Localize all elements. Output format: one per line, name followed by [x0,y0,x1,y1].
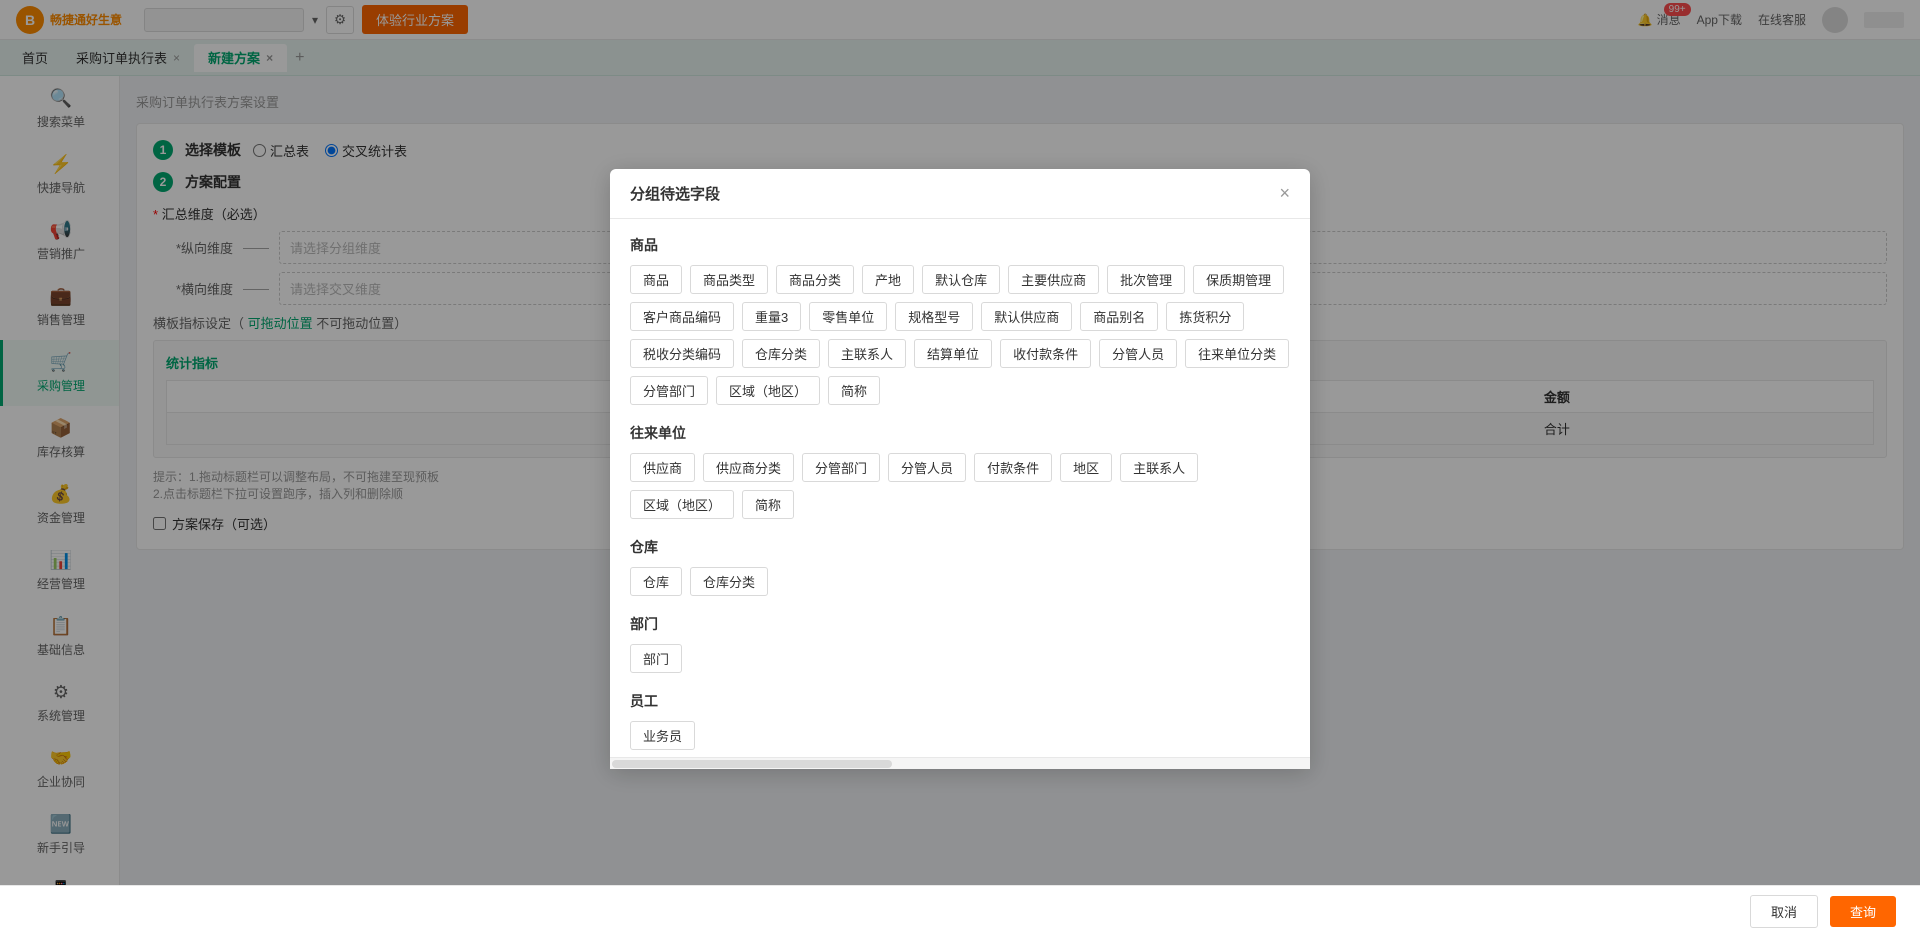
field-section-goods: 商品 商品 商品类型 商品分类 产地 默认仓库 主要供应商 批次管理 保质期管理… [630,235,1290,405]
field-tag[interactable]: 产地 [862,265,914,294]
field-section-counterpart: 往来单位 供应商 供应商分类 分管部门 分管人员 付款条件 地区 主联系人 区域… [630,423,1290,519]
section-title-department: 部门 [630,614,1290,634]
modal: 分组待选字段 × 商品 商品 商品类型 商品分类 产地 默认仓库 主要供应商 批… [610,169,1310,769]
section-title-employee: 员工 [630,691,1290,711]
field-tag[interactable]: 仓库 [630,567,682,596]
cancel-button[interactable]: 取消 [1750,895,1818,928]
field-tag[interactable]: 主要供应商 [1008,265,1099,294]
field-tag[interactable]: 地区 [1060,453,1112,482]
field-tag[interactable]: 商品 [630,265,682,294]
modal-scrollbar-inner [612,760,892,768]
bottom-bar: 取消 查询 [0,885,1920,937]
confirm-button[interactable]: 查询 [1830,896,1896,927]
field-tag[interactable]: 客户商品编码 [630,302,734,331]
field-section-department: 部门 部门 [630,614,1290,673]
field-tag[interactable]: 分管部门 [802,453,880,482]
field-tag[interactable]: 供应商分类 [703,453,794,482]
field-tag[interactable]: 保质期管理 [1193,265,1284,294]
field-tag[interactable]: 规格型号 [895,302,973,331]
modal-overlay[interactable]: 分组待选字段 × 商品 商品 商品类型 商品分类 产地 默认仓库 主要供应商 批… [0,0,1920,937]
field-tag[interactable]: 商品分类 [776,265,854,294]
modal-close-button[interactable]: × [1279,183,1290,204]
field-tag[interactable]: 税收分类编码 [630,339,734,368]
field-tag[interactable]: 结算单位 [914,339,992,368]
field-tag[interactable]: 往来单位分类 [1185,339,1289,368]
modal-scrollbar-area[interactable] [610,757,1310,769]
field-section-warehouse: 仓库 仓库 仓库分类 [630,537,1290,596]
field-tag[interactable]: 收付款条件 [1000,339,1091,368]
field-tag[interactable]: 重量3 [742,302,801,331]
field-tag[interactable]: 主联系人 [828,339,906,368]
field-tag[interactable]: 区域（地区） [716,376,820,405]
field-tags-counterpart: 供应商 供应商分类 分管部门 分管人员 付款条件 地区 主联系人 区域（地区） … [630,453,1290,519]
field-tag[interactable]: 业务员 [630,721,695,750]
field-tags-warehouse: 仓库 仓库分类 [630,567,1290,596]
field-tag[interactable]: 部门 [630,644,682,673]
field-tag[interactable]: 仓库分类 [742,339,820,368]
field-tag[interactable]: 默认仓库 [922,265,1000,294]
field-tag[interactable]: 主联系人 [1120,453,1198,482]
field-tag[interactable]: 区域（地区） [630,490,734,519]
field-tag[interactable]: 批次管理 [1107,265,1185,294]
section-title-goods: 商品 [630,235,1290,255]
field-section-employee: 员工 业务员 [630,691,1290,750]
field-tag[interactable]: 分管人员 [888,453,966,482]
field-tags-goods: 商品 商品类型 商品分类 产地 默认仓库 主要供应商 批次管理 保质期管理 客户… [630,265,1290,405]
field-tag[interactable]: 商品类型 [690,265,768,294]
section-title-warehouse: 仓库 [630,537,1290,557]
field-tags-department: 部门 [630,644,1290,673]
modal-title: 分组待选字段 [630,183,720,204]
section-title-counterpart: 往来单位 [630,423,1290,443]
field-tag[interactable]: 商品别名 [1080,302,1158,331]
field-tags-employee: 业务员 [630,721,1290,750]
field-tag[interactable]: 分管人员 [1099,339,1177,368]
field-tag[interactable]: 供应商 [630,453,695,482]
field-tag[interactable]: 简称 [828,376,880,405]
field-tag[interactable]: 默认供应商 [981,302,1072,331]
field-tag[interactable]: 仓库分类 [690,567,768,596]
field-tag[interactable]: 分管部门 [630,376,708,405]
field-tag[interactable]: 零售单位 [809,302,887,331]
field-tag[interactable]: 简称 [742,490,794,519]
modal-body[interactable]: 商品 商品 商品类型 商品分类 产地 默认仓库 主要供应商 批次管理 保质期管理… [610,219,1310,757]
modal-header: 分组待选字段 × [610,169,1310,219]
field-tag[interactable]: 拣货积分 [1166,302,1244,331]
field-tag[interactable]: 付款条件 [974,453,1052,482]
